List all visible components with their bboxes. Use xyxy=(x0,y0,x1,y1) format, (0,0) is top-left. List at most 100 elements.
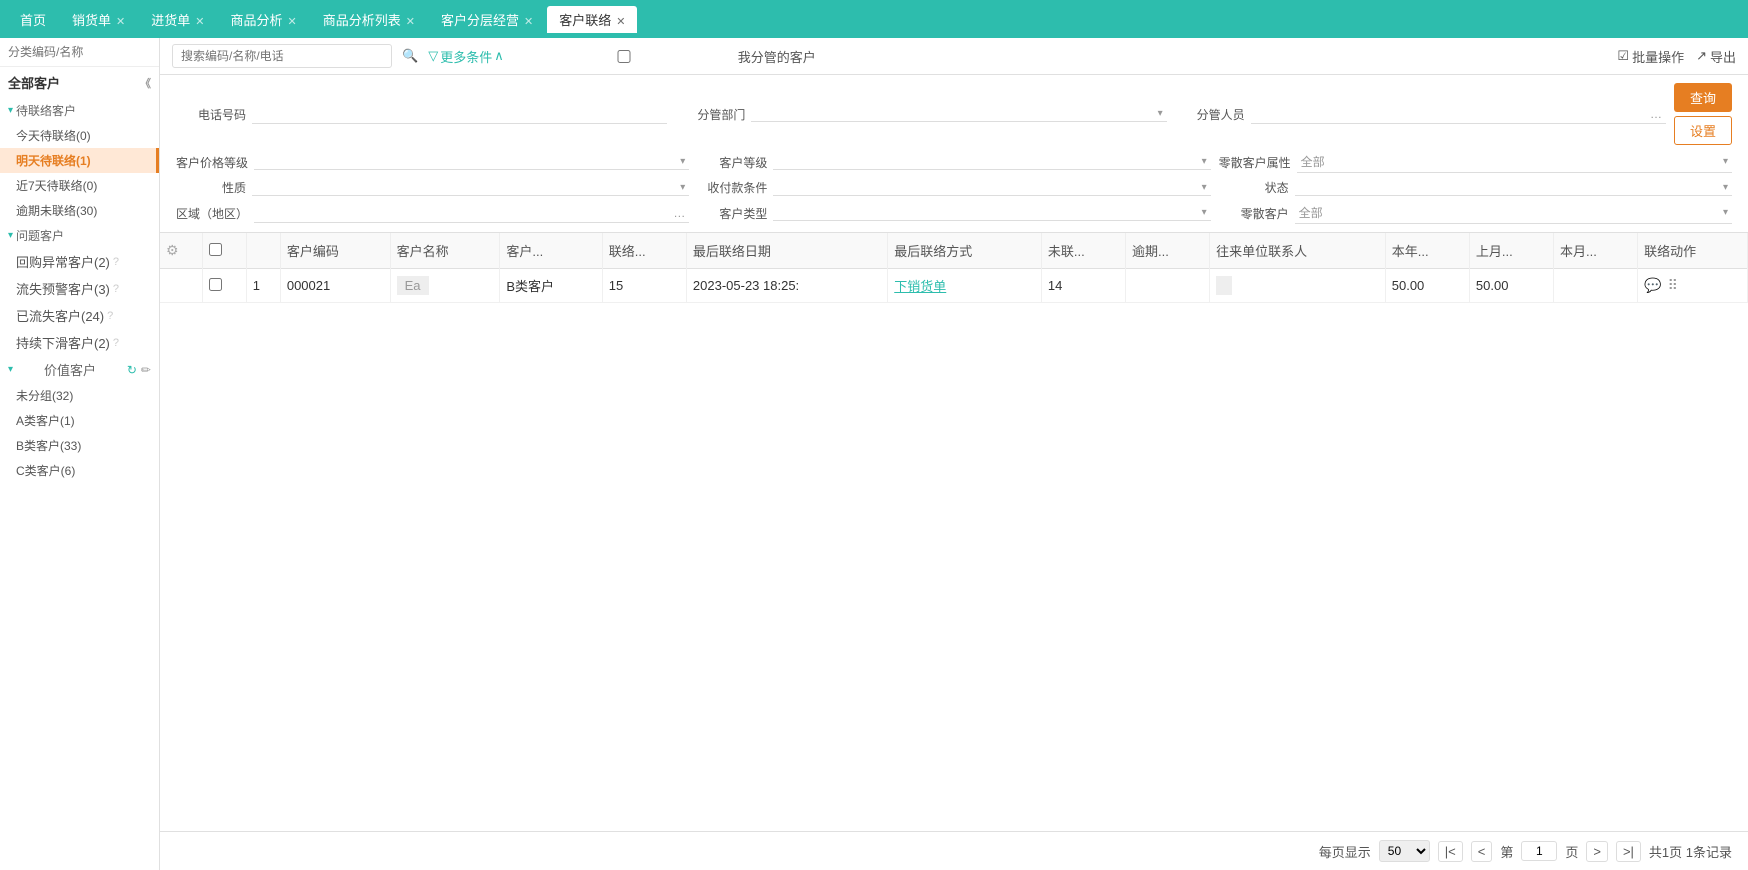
row-checkbox[interactable] xyxy=(209,278,222,291)
page-prev-btn[interactable]: < xyxy=(1471,841,1493,862)
sidebar-repurchase-abnormal[interactable]: 回购异常客户(2) ? xyxy=(0,248,159,275)
problem-customers-group[interactable]: 问题客户 xyxy=(0,223,159,248)
sidebar-already-lost[interactable]: 已流失客户(24) ? xyxy=(0,302,159,329)
sidebar-search-area: 🔍 xyxy=(0,38,159,67)
col-last-month[interactable]: 上月... xyxy=(1469,233,1553,269)
row-name-cell: Ea xyxy=(390,269,500,303)
cust-type-label: 客户类型 xyxy=(697,205,767,222)
edit-icon[interactable]: ✏ xyxy=(141,363,151,377)
row-last-contact-method-cell[interactable]: 下销货单 xyxy=(888,269,1042,303)
gender-select[interactable]: ▾ xyxy=(252,180,689,196)
col-last-contact-method[interactable]: 最后联络方式 xyxy=(888,233,1042,269)
table-row: 1 000021 Ea B类客户 15 2023-05-23 18:25: 下销… xyxy=(160,269,1748,303)
col-checkbox[interactable] xyxy=(202,233,246,269)
col-this-year[interactable]: 本年... xyxy=(1385,233,1469,269)
action-chat-icon[interactable]: 💬 xyxy=(1644,277,1661,294)
action-more-icon[interactable]: ⠿ xyxy=(1668,277,1678,294)
sidebar-tomorrow-contact[interactable]: 明天待联络(1) xyxy=(0,148,159,173)
select-all-checkbox[interactable] xyxy=(209,243,222,256)
phone-label: 电话号码 xyxy=(176,106,246,123)
col-unit-contact[interactable]: 往来单位联系人 xyxy=(1210,233,1386,269)
status-label: 状态 xyxy=(1219,179,1289,196)
all-customers-header[interactable]: 全部客户 《 xyxy=(0,67,159,98)
col-category[interactable]: 客户... xyxy=(500,233,602,269)
pending-contact-group[interactable]: 待联络客户 xyxy=(0,98,159,123)
sidebar-search-input[interactable] xyxy=(8,45,160,59)
nav-customer-contact[interactable]: 客户联络✕ xyxy=(547,6,637,33)
sidebar-near7-contact[interactable]: 近7天待联络(0) xyxy=(0,173,159,198)
more-conditions-btn[interactable]: ▽ 更多条件 ∧ xyxy=(428,47,504,66)
manager-input[interactable] xyxy=(1255,107,1650,121)
region-input[interactable] xyxy=(258,206,673,220)
cust-value-select[interactable]: ▾ xyxy=(254,154,689,170)
page-first-btn[interactable]: |< xyxy=(1438,841,1463,862)
nav-sales-order[interactable]: 销货单✕ xyxy=(60,6,137,33)
row-checkbox-cell[interactable] xyxy=(202,269,246,303)
page-next-btn[interactable]: > xyxy=(1586,841,1608,862)
col-action: 联络动作 xyxy=(1638,233,1748,269)
col-contact[interactable]: 联络... xyxy=(602,233,686,269)
cust-level-select[interactable]: ▾ xyxy=(773,154,1210,170)
nav-product-analysis-list[interactable]: 商品分析列表✕ xyxy=(311,6,427,33)
payment-select[interactable]: ▾ xyxy=(773,180,1210,196)
value-customers-group[interactable]: 价值客户 ↻ ✏ xyxy=(0,356,159,383)
total-records: 共1页 1条记录 xyxy=(1649,842,1732,861)
nav-product-analysis[interactable]: 商品分析✕ xyxy=(218,6,308,33)
nav-purchase-order[interactable]: 进货单✕ xyxy=(139,6,216,33)
export-btn[interactable]: ↗ 导出 xyxy=(1696,47,1736,66)
sidebar-continuous-decrease[interactable]: 持续下滑客户(2) ? xyxy=(0,329,159,356)
region-more-icon[interactable]: … xyxy=(673,206,685,220)
row-code-cell: 000021 xyxy=(280,269,390,303)
sidebar-b-class[interactable]: B类客户(33) xyxy=(0,433,159,458)
manager-more-icon[interactable]: … xyxy=(1650,107,1662,121)
filter-bar: 🔍 ▽ 更多条件 ∧ 我分管的客户 ☑ 批量操作 ↗ 导出 xyxy=(160,38,1748,75)
nav-customer-tier[interactable]: 客户分层经营✕ xyxy=(429,6,545,33)
search-input[interactable] xyxy=(172,44,392,68)
filter-icon: ▽ xyxy=(428,48,438,64)
col-overdue[interactable]: 逾期... xyxy=(1126,233,1210,269)
gender-field: 性质 ▾ xyxy=(176,179,689,196)
last-contact-link[interactable]: 下销货单 xyxy=(894,279,946,294)
region-input-wrap: … xyxy=(254,204,689,223)
sidebar-today-contact[interactable]: 今天待联络(0) xyxy=(0,123,159,148)
batch-op-btn[interactable]: ☑ 批量操作 xyxy=(1617,47,1684,66)
page-of-label: 页 xyxy=(1565,842,1578,861)
collapse-icon: 《 xyxy=(140,75,151,91)
my-customers-check[interactable] xyxy=(514,50,734,63)
retail-cust-select[interactable]: 全部▾ xyxy=(1295,202,1732,224)
status-select[interactable]: ▾ xyxy=(1295,180,1732,196)
sidebar-loss-warning[interactable]: 流失预警客户(3) ? xyxy=(0,275,159,302)
retail-attr-select[interactable]: 全部▾ xyxy=(1297,151,1732,173)
dept-select[interactable]: ▾ xyxy=(751,106,1166,122)
col-settings[interactable]: ⚙ xyxy=(160,233,202,269)
col-this-month[interactable]: 本月... xyxy=(1554,233,1638,269)
row-category-cell: B类客户 xyxy=(500,269,602,303)
page-last-btn[interactable]: >| xyxy=(1616,841,1641,862)
sidebar-overdue-contact[interactable]: 逾期未联络(30) xyxy=(0,198,159,223)
cust-value-field: 客户价格等级 ▾ xyxy=(176,154,689,171)
query-btn[interactable]: 查询 xyxy=(1674,83,1732,112)
refresh-icon[interactable]: ↻ xyxy=(127,363,137,377)
col-uncontacted[interactable]: 未联... xyxy=(1041,233,1125,269)
settings-btn[interactable]: 设置 xyxy=(1674,116,1732,145)
cust-level-field: 客户等级 ▾ xyxy=(697,154,1210,171)
cust-type-select[interactable]: ▾ xyxy=(773,205,1210,221)
page-size-select[interactable]: 20 50 100 xyxy=(1379,840,1430,862)
sidebar-c-class[interactable]: C类客户(6) xyxy=(0,458,159,483)
retail-cust-field: 零散客户 全部▾ xyxy=(1219,202,1732,224)
col-name[interactable]: 客户名称 xyxy=(390,233,500,269)
col-last-contact-date[interactable]: 最后联络日期 xyxy=(686,233,887,269)
sidebar-a-class[interactable]: A类客户(1) xyxy=(0,408,159,433)
pagination-bar: 每页显示 20 50 100 |< < 第 页 > >| 共1页 1条记录 xyxy=(160,831,1748,870)
row-this-month-cell xyxy=(1554,269,1638,303)
gender-label: 性质 xyxy=(176,179,246,196)
col-code[interactable]: 客户编码 xyxy=(280,233,390,269)
my-customers-checkbox[interactable]: 我分管的客户 xyxy=(514,47,816,66)
filter-search-icon[interactable]: 🔍 xyxy=(402,48,418,64)
phone-field: 电话号码 xyxy=(176,105,667,124)
nav-home[interactable]: 首页 xyxy=(8,6,58,33)
region-label: 区域（地区） xyxy=(176,205,248,222)
phone-input[interactable] xyxy=(256,107,663,121)
page-input[interactable] xyxy=(1521,841,1557,861)
sidebar-unclassified[interactable]: 未分组(32) xyxy=(0,383,159,408)
